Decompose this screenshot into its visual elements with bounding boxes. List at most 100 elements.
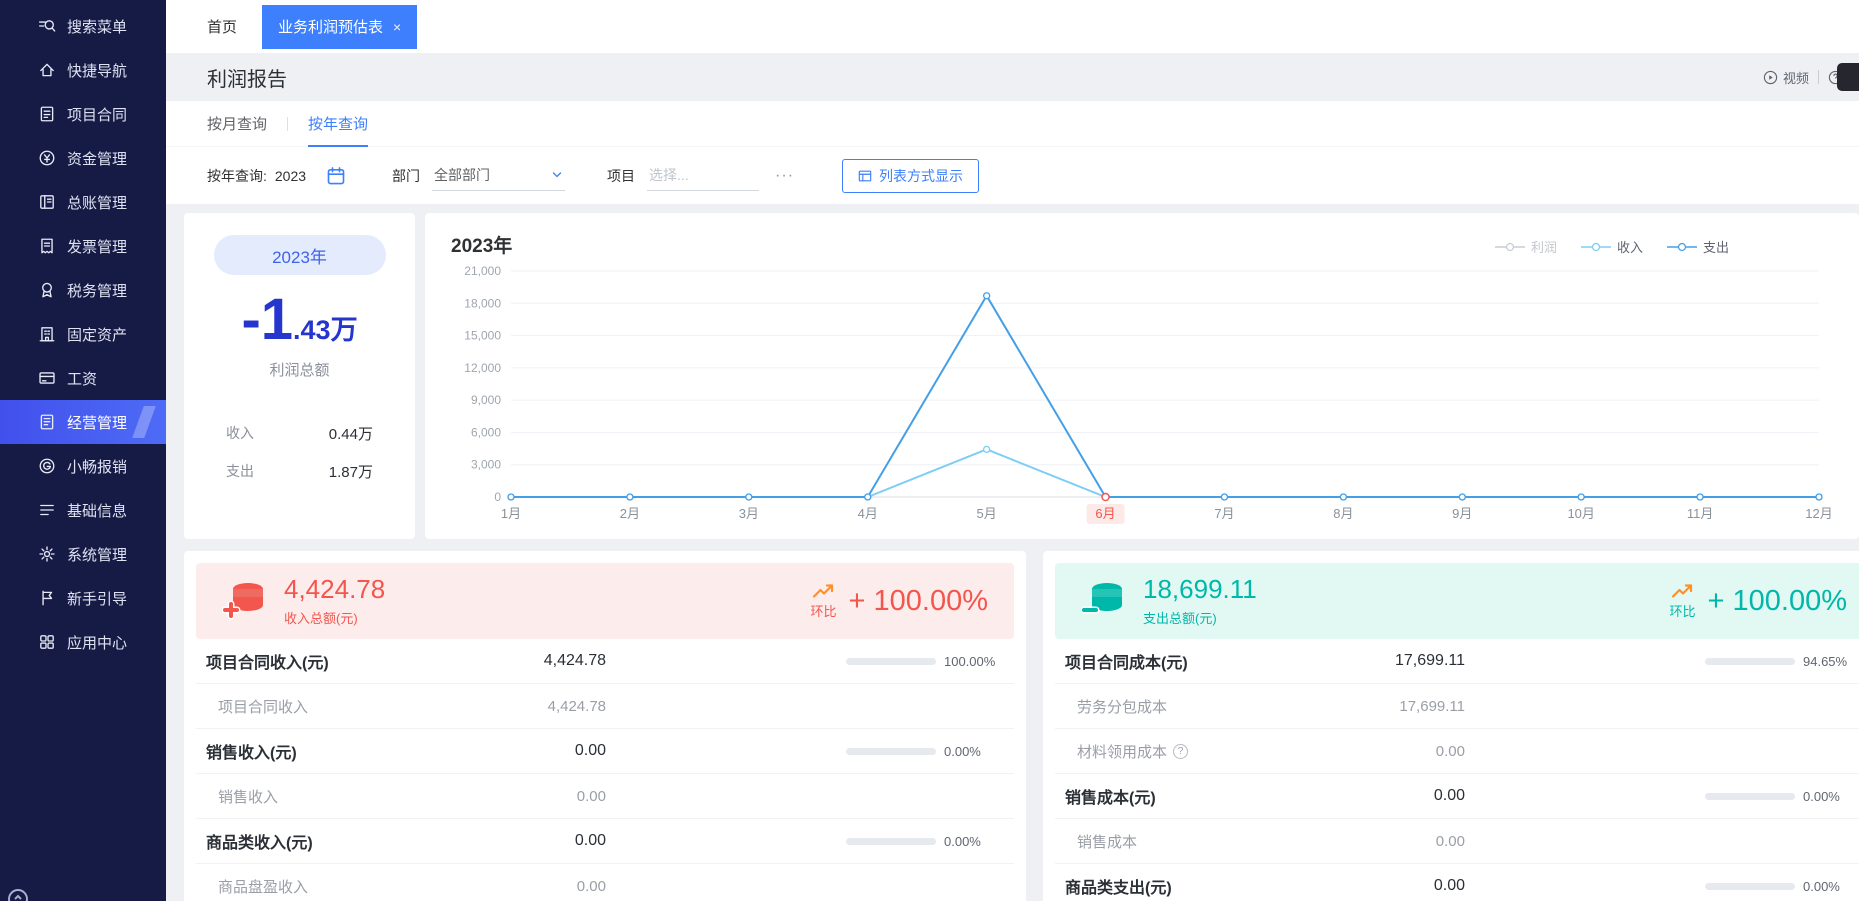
dept-label: 部门 xyxy=(392,167,421,184)
year-query-label: 按年查询: xyxy=(207,167,267,184)
expense-total: 18,699.11 xyxy=(1143,574,1257,605)
profit-total-frac: .43 xyxy=(293,315,331,345)
progress-bar xyxy=(1705,657,1795,665)
row-label: 商品盘盈收入 xyxy=(218,878,309,896)
svg-text:4月: 4月 xyxy=(858,506,878,521)
salary-icon xyxy=(38,369,56,387)
expense-band: 18,699.11 支出总额(元) 环比 + 100.00% xyxy=(1055,563,1859,639)
sidebar-item-project-contract[interactable]: 项目合同 xyxy=(0,92,166,136)
project-label: 项目 xyxy=(607,167,636,184)
summary-expense-label: 支出 xyxy=(226,463,254,479)
sidebar-item-ledger-mgmt[interactable]: 总账管理 xyxy=(0,180,166,224)
page-header: 利润报告 视频 xyxy=(166,53,1859,101)
sidebar-item-xiaochang-expense[interactable]: 小畅报销 xyxy=(0,444,166,488)
sidebar-item-tax-mgmt[interactable]: 税务管理 xyxy=(0,268,166,312)
chart-legend: 利润 收入 支出 xyxy=(1494,237,1729,256)
row-value: 0.00 xyxy=(1435,832,1465,850)
expense-row: 商品类支出(元) 0.00 0.00% xyxy=(1055,864,1859,901)
year-value[interactable]: 2023 xyxy=(275,168,306,184)
sidebar-item-invoice-mgmt[interactable]: 发票管理 xyxy=(0,224,166,268)
tab-home[interactable]: 首页 xyxy=(207,16,237,37)
video-link[interactable]: 视频 xyxy=(1763,68,1809,87)
sidebar-item-fund-mgmt[interactable]: 资金管理 xyxy=(0,136,166,180)
sidebar-item-label: 小畅报销 xyxy=(67,458,128,476)
corner-badge xyxy=(1837,63,1859,91)
sidebar-item-search-menu[interactable]: 搜索菜单 xyxy=(0,4,166,48)
profit-total: -1.43 万 xyxy=(241,291,357,349)
income-ratio-label: 环比 xyxy=(810,603,837,619)
dept-select[interactable]: 全部部门 xyxy=(432,161,566,191)
play-circle-icon xyxy=(1763,70,1778,84)
sidebar-item-app-center[interactable]: 应用中心 xyxy=(0,620,166,664)
progress-percent: 0.00% xyxy=(1803,878,1840,894)
summary-income-value: 0.44万 xyxy=(328,425,373,443)
income-ratio: 环比 + 100.00% xyxy=(811,583,988,620)
sidebar-item-label: 系统管理 xyxy=(67,546,128,564)
calendar-icon[interactable] xyxy=(326,166,346,186)
summary-income-row: 收入 0.44万 xyxy=(226,414,373,452)
row-label: 销售成本(元) xyxy=(1065,790,1156,807)
search-menu-icon xyxy=(38,17,56,35)
project-select[interactable]: 选择... xyxy=(647,161,760,191)
sidebar-item-salary[interactable]: 工资 xyxy=(0,356,166,400)
sidebar-item-basic-info[interactable]: 基础信息 xyxy=(0,488,166,532)
sidebar-item-business-mgmt[interactable]: 经营管理 xyxy=(0,400,166,444)
sidebar-item-beginner-guide[interactable]: 新手引导 xyxy=(0,576,166,620)
row-value: 17,699.11 xyxy=(1395,652,1465,669)
svg-text:6,000: 6,000 xyxy=(471,425,501,439)
sidebar-item-system-mgmt[interactable]: 系统管理 xyxy=(0,532,166,576)
income-card: 4,424.78 收入总额(元) 环比 + 100.00% 项目合同收入(元) 4… xyxy=(184,551,1026,901)
row-value: 4,424.78 xyxy=(543,652,606,669)
sidebar-item-quick-nav[interactable]: 快捷导航 xyxy=(0,48,166,92)
income-row: 商品盘盈收入 0.00 xyxy=(196,864,1014,901)
legend-item-支出[interactable]: 支出 xyxy=(1666,237,1729,256)
progress-percent: 0.00% xyxy=(1803,788,1840,804)
row-label: 商品类收入(元) xyxy=(206,835,313,852)
row-progress: 0.00% xyxy=(1705,789,1859,804)
more-options-button[interactable]: ··· xyxy=(775,167,794,185)
overview-row: 2023年 -1.43 万 利润总额 收入 0.44万 支出 1.87万 202… xyxy=(184,213,1859,539)
project-select-placeholder: 选择... xyxy=(649,167,689,183)
expense-row: 材料领用成本? 0.00 xyxy=(1055,729,1859,774)
fund-mgmt-icon xyxy=(38,149,56,167)
legend-item-利润[interactable]: 利润 xyxy=(1494,237,1557,256)
row-value: 0.00 xyxy=(574,742,606,759)
legend-item-收入[interactable]: 收入 xyxy=(1580,237,1643,256)
row-value: 4,424.78 xyxy=(547,697,606,715)
svg-text:12,000: 12,000 xyxy=(464,361,501,375)
filter-bar: 按年查询: 2023 部门 全部部门 项目 选择... ··· 列表方式显示 xyxy=(166,147,1859,204)
income-trend: 环比 xyxy=(811,583,837,620)
progress-bar xyxy=(1705,882,1795,890)
sidebar-collapse-icon[interactable] xyxy=(6,887,30,901)
income-row: 销售收入 0.00 xyxy=(196,774,1014,819)
sidebar-item-label: 搜索菜单 xyxy=(67,18,128,36)
expense-trend: 环比 xyxy=(1670,583,1696,620)
table-icon xyxy=(858,170,872,181)
summary-expense-value: 1.87万 xyxy=(328,463,373,481)
info-icon[interactable]: ? xyxy=(1173,743,1189,759)
tab-close-icon[interactable]: × xyxy=(393,19,401,35)
list-view-button-label: 列表方式显示 xyxy=(879,167,964,184)
expense-rows: 项目合同成本(元) 17,699.11 94.65% 劳务分包成本 17,699.11 材… xyxy=(1043,639,1859,901)
sidebar-item-label: 工资 xyxy=(67,370,98,388)
summary-income-label: 收入 xyxy=(226,425,254,441)
tab-monthly-query[interactable]: 按月查询 xyxy=(207,101,267,147)
main-area: 首页 业务利润预估表 × 利润报告 视频 按月查询 按年查询 按年查询: 202… xyxy=(166,0,1859,901)
tab-yearly-query[interactable]: 按年查询 xyxy=(308,101,369,147)
row-label: 项目合同收入 xyxy=(218,698,309,716)
expense-ratio-value: + 100.00% xyxy=(1707,584,1847,617)
invoice-mgmt-icon xyxy=(38,237,56,255)
sidebar-item-label: 基础信息 xyxy=(67,502,128,520)
row-progress: 0.00% xyxy=(1705,879,1859,894)
tab-active[interactable]: 业务利润预估表 × xyxy=(262,4,418,49)
row-value: 0.00 xyxy=(576,877,606,895)
row-label: 项目合同成本(元) xyxy=(1065,655,1188,672)
row-label: 劳务分包成本 xyxy=(1077,698,1168,716)
sidebar-menu: 搜索菜单快捷导航 项目合同资金管理总账管理 发票管理 税务管理 固定资产工资经营管理小畅… xyxy=(0,0,166,664)
progress-percent: 100.00% xyxy=(944,653,996,669)
sidebar-item-fixed-assets[interactable]: 固定资产 xyxy=(0,312,166,356)
app-root: 搜索菜单快捷导航 项目合同资金管理总账管理 发票管理 税务管理 固定资产工资经营管理小畅… xyxy=(0,0,1859,901)
legend-label: 收入 xyxy=(1616,240,1643,255)
sidebar-item-label: 资金管理 xyxy=(67,150,128,168)
list-view-button[interactable]: 列表方式显示 xyxy=(842,158,980,193)
